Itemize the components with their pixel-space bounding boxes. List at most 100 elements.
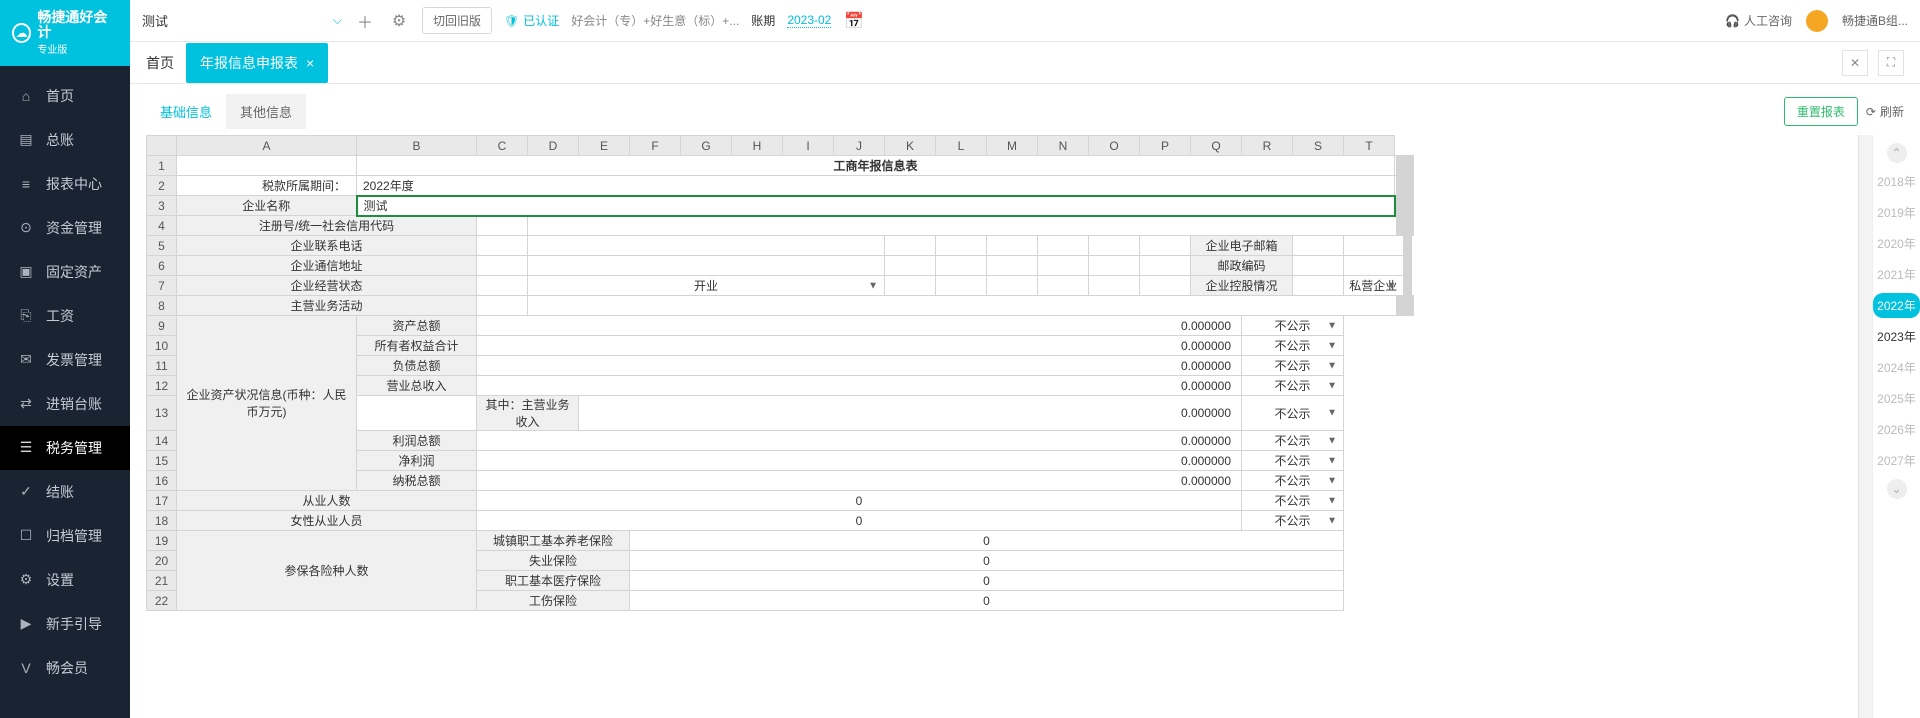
cell[interactable]: 开业 bbox=[528, 276, 885, 296]
cell[interactable] bbox=[528, 216, 1397, 236]
year-up-icon[interactable]: ⌃ bbox=[1887, 143, 1907, 163]
reset-button[interactable]: 重置报表 bbox=[1784, 97, 1858, 126]
col-header[interactable]: I bbox=[783, 136, 834, 156]
cell[interactable] bbox=[528, 296, 1397, 316]
sidebar-item-label: 资金管理 bbox=[46, 218, 102, 238]
period-value[interactable]: 2023-02 bbox=[787, 13, 831, 28]
switch-old-button[interactable]: 切回旧版 bbox=[422, 7, 492, 34]
sidebar-item-label: 新手引导 bbox=[46, 614, 102, 634]
col-header[interactable]: M bbox=[987, 136, 1038, 156]
cell[interactable]: 私营企业 bbox=[1344, 276, 1404, 296]
year-option[interactable]: 2025年 bbox=[1873, 386, 1920, 411]
avatar[interactable] bbox=[1806, 10, 1828, 32]
cell[interactable] bbox=[1344, 236, 1404, 256]
sheet-scroll[interactable]: ABCDEFGHIJKLMNOPQRST1工商年报信息表2税款所属期间：2022… bbox=[130, 135, 1858, 718]
col-header[interactable]: Q bbox=[1191, 136, 1242, 156]
expand-button[interactable]: ⛶ bbox=[1878, 50, 1904, 76]
col-header[interactable]: C bbox=[477, 136, 528, 156]
col-header[interactable]: N bbox=[1038, 136, 1089, 156]
col-header[interactable]: P bbox=[1140, 136, 1191, 156]
workbook: ABCDEFGHIJKLMNOPQRST1工商年报信息表2税款所属期间：2022… bbox=[130, 135, 1920, 718]
year-option[interactable]: 2027年 bbox=[1873, 448, 1920, 473]
tab-home[interactable]: 首页 bbox=[146, 53, 174, 73]
sidebar-item-home[interactable]: ⌂首页 bbox=[0, 74, 130, 118]
sidebar-item-report[interactable]: ≡报表中心 bbox=[0, 162, 130, 206]
tab-close-icon[interactable]: × bbox=[306, 55, 314, 71]
chevron-down-icon: ⌵ bbox=[333, 13, 342, 28]
sidebar-item-label: 工资 bbox=[46, 306, 74, 326]
calendar-icon[interactable]: 📅 bbox=[843, 10, 865, 32]
col-header[interactable]: R bbox=[1242, 136, 1293, 156]
row-header[interactable]: 1 bbox=[147, 156, 177, 176]
year-option[interactable]: 2022年 bbox=[1873, 293, 1920, 318]
col-header[interactable]: T bbox=[1344, 136, 1395, 156]
sidebar-item-invoice[interactable]: ✉发票管理 bbox=[0, 338, 130, 382]
year-option[interactable]: 2019年 bbox=[1873, 200, 1920, 225]
sidebar-item-label: 首页 bbox=[46, 86, 74, 106]
cell[interactable] bbox=[1344, 256, 1404, 276]
year-option[interactable]: 2023年 bbox=[1873, 324, 1920, 349]
subtab-basic[interactable]: 基础信息 bbox=[146, 94, 226, 129]
sidebar: ☁ 畅捷通好会计 专业版 ⌂首页▤总账≡报表中心⊙资金管理▣固定资产⎘工资✉发票… bbox=[0, 0, 130, 718]
row-header[interactable]: 2 bbox=[147, 176, 177, 196]
row-header[interactable]: 4 bbox=[147, 216, 177, 236]
brand-logo: ☁ 畅捷通好会计 专业版 bbox=[0, 0, 130, 66]
col-header[interactable]: F bbox=[630, 136, 681, 156]
refresh-button[interactable]: ⟳ 刷新 bbox=[1866, 103, 1904, 120]
col-header[interactable]: H bbox=[732, 136, 783, 156]
row-header[interactable]: 8 bbox=[147, 296, 177, 316]
gear-icon[interactable]: ⚙ bbox=[388, 10, 410, 32]
field-label: 企业通信地址 bbox=[177, 256, 477, 276]
sidebar-item-guide[interactable]: ▶新手引导 bbox=[0, 602, 130, 646]
col-header[interactable]: J bbox=[834, 136, 885, 156]
col-header[interactable]: S bbox=[1293, 136, 1344, 156]
sidebar-item-label: 结账 bbox=[46, 482, 74, 502]
vip-icon: V bbox=[18, 660, 34, 676]
scrollbar-vertical[interactable] bbox=[1858, 135, 1872, 718]
close-all-tabs-button[interactable]: ✕ bbox=[1842, 50, 1868, 76]
headset-icon: 🎧 bbox=[1725, 14, 1740, 28]
col-header[interactable]: E bbox=[579, 136, 630, 156]
org-selector[interactable]: 测试 ⌵ bbox=[142, 7, 342, 35]
year-option[interactable]: 2024年 bbox=[1873, 355, 1920, 380]
year-option[interactable]: 2026年 bbox=[1873, 417, 1920, 442]
col-header[interactable]: L bbox=[936, 136, 987, 156]
sidebar-item-settings[interactable]: ⚙设置 bbox=[0, 558, 130, 602]
shield-icon: 🛡 bbox=[504, 14, 519, 28]
nav-list: ⌂首页▤总账≡报表中心⊙资金管理▣固定资产⎘工资✉发票管理⇄进销台账☰税务管理✓… bbox=[0, 66, 130, 718]
sidebar-item-asset[interactable]: ▣固定资产 bbox=[0, 250, 130, 294]
inventory-icon: ⇄ bbox=[18, 396, 34, 412]
year-option[interactable]: 2021年 bbox=[1873, 262, 1920, 287]
year-down-icon[interactable]: ⌄ bbox=[1887, 479, 1907, 499]
sidebar-item-tax[interactable]: ☰税务管理 bbox=[0, 426, 130, 470]
cell[interactable] bbox=[528, 236, 885, 256]
row-header[interactable]: 5 bbox=[147, 236, 177, 256]
tab-active[interactable]: 年报信息申报表 × bbox=[186, 43, 328, 83]
col-header[interactable]: O bbox=[1089, 136, 1140, 156]
brand-name: 畅捷通好会计 bbox=[37, 10, 118, 41]
col-header[interactable]: G bbox=[681, 136, 732, 156]
add-icon[interactable]: ＋ bbox=[354, 10, 376, 32]
year-option[interactable]: 2018年 bbox=[1873, 169, 1920, 194]
sidebar-item-close[interactable]: ✓结账 bbox=[0, 470, 130, 514]
col-header[interactable]: D bbox=[528, 136, 579, 156]
sidebar-item-vip[interactable]: V畅会员 bbox=[0, 646, 130, 690]
col-header[interactable]: K bbox=[885, 136, 936, 156]
sidebar-item-inventory[interactable]: ⇄进销台账 bbox=[0, 382, 130, 426]
support-link[interactable]: 🎧 人工咨询 bbox=[1725, 12, 1792, 29]
spreadsheet[interactable]: ABCDEFGHIJKLMNOPQRST1工商年报信息表2税款所属期间：2022… bbox=[146, 135, 1414, 611]
subtab-other[interactable]: 其他信息 bbox=[226, 94, 306, 129]
plan-text: 好会计（专）+好生意（标）+... bbox=[571, 12, 739, 29]
company-name-cell[interactable]: 测试 bbox=[357, 196, 1395, 216]
year-option[interactable]: 2020年 bbox=[1873, 231, 1920, 256]
sidebar-item-ledger[interactable]: ▤总账 bbox=[0, 118, 130, 162]
col-header[interactable]: A bbox=[177, 136, 357, 156]
sidebar-item-archive[interactable]: ☐归档管理 bbox=[0, 514, 130, 558]
col-header[interactable]: B bbox=[357, 136, 477, 156]
cell[interactable] bbox=[528, 256, 885, 276]
row-header[interactable]: 7 bbox=[147, 276, 177, 296]
sidebar-item-fund[interactable]: ⊙资金管理 bbox=[0, 206, 130, 250]
sidebar-item-salary[interactable]: ⎘工资 bbox=[0, 294, 130, 338]
row-header[interactable]: 6 bbox=[147, 256, 177, 276]
row-header[interactable]: 3 bbox=[147, 196, 177, 216]
